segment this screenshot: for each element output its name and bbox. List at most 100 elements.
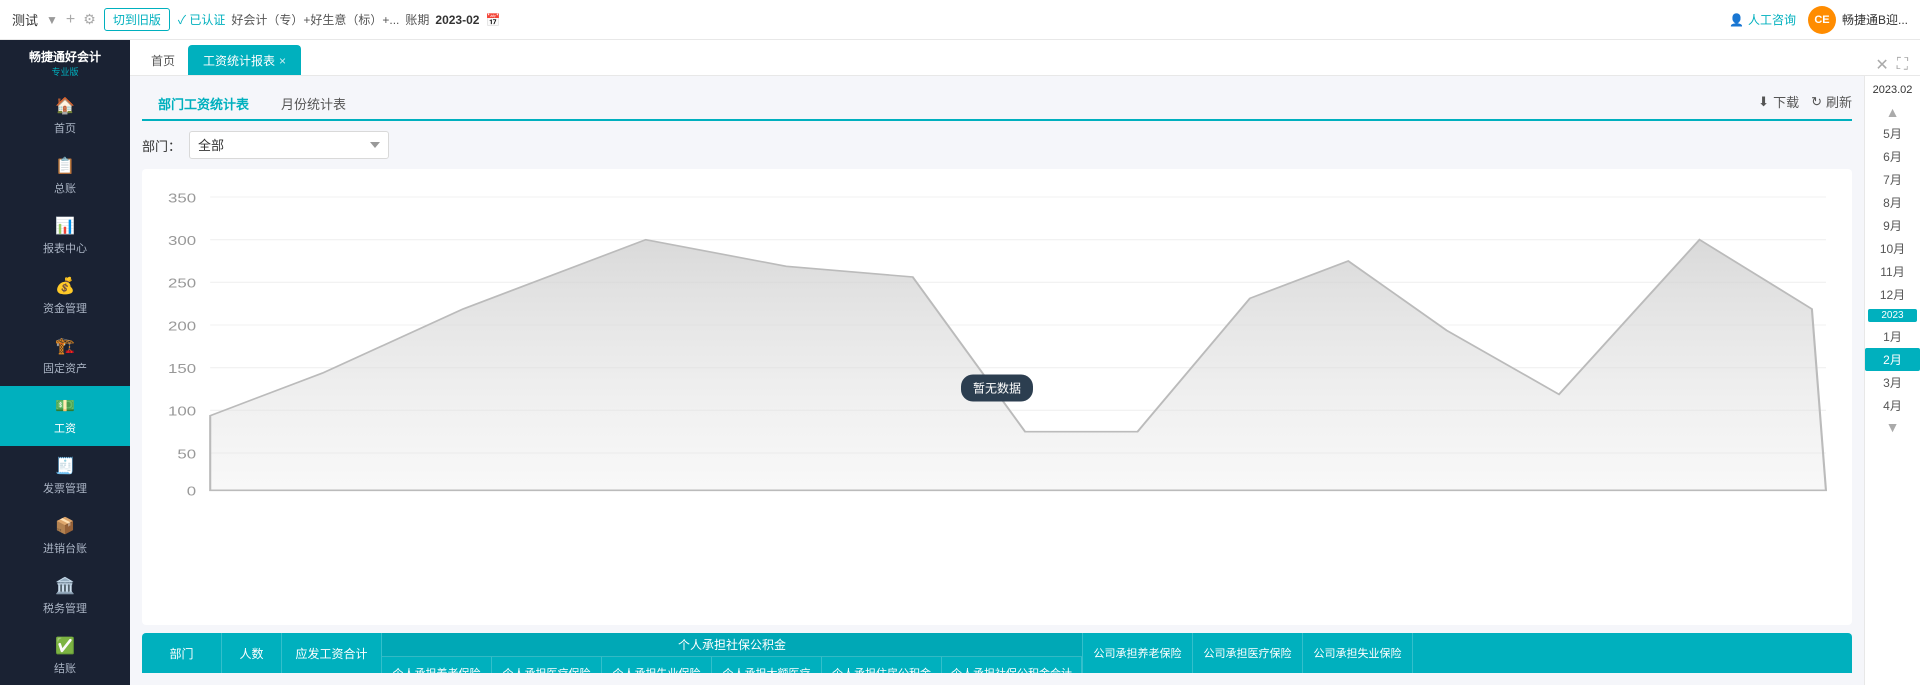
- download-icon: ⬇: [1758, 94, 1769, 110]
- th-personal-group-header: 个人承担社保公积金: [382, 633, 1082, 657]
- window-close-icon[interactable]: ✕: [1875, 55, 1888, 75]
- app-logo: 畅捷通好会计 专业版: [0, 40, 130, 86]
- rp-month-8[interactable]: 8月: [1865, 191, 1920, 214]
- calendar-icon[interactable]: 📅: [485, 13, 500, 27]
- th-personal-unemploy: 个人承担失业保险: [602, 657, 712, 673]
- rp-month-4[interactable]: 4月: [1865, 394, 1920, 417]
- sidebar-item-home[interactable]: 🏠 首页: [0, 86, 130, 146]
- sidebar-item-invoice[interactable]: 🧾 发票管理: [0, 446, 130, 506]
- th-dept: 部门: [142, 633, 222, 673]
- tax-icon: 🏛️: [55, 576, 75, 596]
- rp-month-9[interactable]: 9月: [1865, 214, 1920, 237]
- refresh-btn[interactable]: ↻ 刷新: [1811, 92, 1852, 111]
- invoice-icon: 🧾: [55, 456, 75, 476]
- assets-icon: 🏗️: [55, 336, 75, 356]
- window-maximize-icon[interactable]: ⛶: [1897, 56, 1908, 74]
- sidebar-item-trade[interactable]: 📦 进销台账: [0, 506, 130, 566]
- user-avatar: CE: [1808, 6, 1836, 34]
- account-badges: 好会计（专）+好生意（标）+...: [231, 11, 399, 28]
- period-label: 账期: [405, 11, 429, 28]
- toolbar-row: 部门： 全部 财务部 销售部 行政部: [142, 131, 1852, 159]
- th-personal-medical: 个人承担医疗保险: [492, 657, 602, 673]
- certified-badge: ✓ 已认证: [178, 11, 226, 28]
- sub-tab-dept[interactable]: 部门工资统计表: [142, 88, 265, 121]
- tab-bar: 首页 工资统计报表 × ✕ ⛶: [130, 40, 1920, 76]
- sidebar-label-assets: 固定资产: [43, 360, 87, 376]
- svg-text:200: 200: [168, 319, 196, 334]
- rp-up-arrow[interactable]: ▲: [1886, 104, 1900, 120]
- salary-chart: 350 300 250 200 150 100 50 0: [154, 181, 1840, 501]
- download-btn[interactable]: ⬇ 下载: [1758, 92, 1799, 111]
- rp-month-6[interactable]: 6月: [1865, 145, 1920, 168]
- tab-close-btn[interactable]: ×: [279, 54, 286, 68]
- salary-icon: 💵: [55, 396, 75, 416]
- rp-down-arrow[interactable]: ▼: [1886, 419, 1900, 435]
- main-layout: 畅捷通好会计 专业版 🏠 首页 📋 总账 📊 报表中心 💰 资金管理 🏗️ 固定…: [0, 40, 1920, 685]
- rp-month-5[interactable]: 5月: [1865, 122, 1920, 145]
- th-count: 人数: [222, 633, 282, 673]
- top-header: 测试 ▼ + ⚙ 切到旧版 ✓ 已认证 好会计（专）+好生意（标）+... 账期…: [0, 0, 1920, 40]
- sidebar-label-ledger: 总账: [54, 180, 76, 196]
- tab-salary-report[interactable]: 工资统计报表 ×: [188, 45, 301, 75]
- sub-tab-month[interactable]: 月份统计表: [265, 88, 362, 121]
- th-total-salary: 应发工资合计: [282, 633, 382, 673]
- refresh-icon: ↻: [1811, 94, 1822, 110]
- reports-icon: 📊: [55, 216, 75, 236]
- rp-month-10[interactable]: 10月: [1865, 237, 1920, 260]
- rp-year-2023: 2023: [1868, 309, 1918, 322]
- inner-content: 部门工资统计表 月份统计表 ⬇ 下载 ↻ 刷新: [130, 76, 1864, 685]
- rp-month-7[interactable]: 7月: [1865, 168, 1920, 191]
- svg-text:0: 0: [187, 485, 196, 500]
- header-dropdown-arrow[interactable]: ▼: [46, 13, 58, 27]
- sidebar-item-assets[interactable]: 🏗️ 固定资产: [0, 326, 130, 386]
- funds-icon: 💰: [55, 276, 75, 296]
- sidebar-label-salary: 工资: [54, 420, 76, 436]
- sidebar-item-salary[interactable]: 💵 工资: [0, 386, 130, 446]
- chart-container: 350 300 250 200 150 100 50 0: [142, 169, 1852, 625]
- header-badges: ✓ 已认证 好会计（专）+好生意（标）+... 账期 2023-02 📅: [178, 11, 501, 28]
- content-area: 首页 工资统计报表 × ✕ ⛶ 部门工资统计表 月份统计表: [130, 40, 1920, 685]
- sidebar-item-close[interactable]: ✅ 结账: [0, 626, 130, 685]
- user-name: 畅捷通B迎...: [1842, 11, 1908, 28]
- th-personal-group: 个人承担社保公积金 个人承担养老保险 个人承担医疗保险 个人承担失业保险 个人承…: [382, 633, 1083, 673]
- logo-sub: 专业版: [51, 65, 78, 78]
- header-right: 👤 人工咨询 CE 畅捷通B迎...: [1729, 6, 1908, 34]
- rp-month-11[interactable]: 11月: [1865, 260, 1920, 283]
- dept-filter-label: 部门：: [142, 136, 181, 155]
- sidebar-item-funds[interactable]: 💰 资金管理: [0, 266, 130, 326]
- filter-row: 部门： 全部 财务部 销售部 行政部: [142, 131, 389, 159]
- add-icon[interactable]: +: [66, 11, 75, 29]
- sidebar-label-reports: 报表中心: [43, 240, 87, 256]
- dept-select[interactable]: 全部 财务部 销售部 行政部: [189, 131, 389, 159]
- sidebar-item-reports[interactable]: 📊 报表中心: [0, 206, 130, 266]
- period-value: 2023-02: [435, 13, 479, 27]
- rp-month-3[interactable]: 3月: [1865, 371, 1920, 394]
- user-profile[interactable]: CE 畅捷通B迎...: [1808, 6, 1908, 34]
- sidebar-label-trade: 进销台账: [43, 540, 87, 556]
- svg-text:50: 50: [177, 447, 196, 462]
- rp-current-date: 2023.02: [1873, 84, 1913, 96]
- switch-old-btn[interactable]: 切到旧版: [104, 8, 170, 31]
- service-icon: 👤: [1729, 13, 1744, 27]
- rp-month-1[interactable]: 1月: [1865, 325, 1920, 348]
- sidebar-item-ledger[interactable]: 📋 总账: [0, 146, 130, 206]
- right-panel: 2023.02 ▲ 5月 6月 7月 8月 9月 10月 11月 12月 202…: [1864, 76, 1920, 685]
- sidebar-label-invoice: 发票管理: [43, 480, 87, 496]
- th-personal-major-medical: 个人承担大额医疗: [712, 657, 822, 673]
- th-personal-housing: 个人承担住房公积金: [822, 657, 942, 673]
- rp-month-12[interactable]: 12月: [1865, 283, 1920, 306]
- th-company-pension: 公司承担养老保险: [1083, 633, 1193, 673]
- logo-title: 畅捷通好会计: [29, 48, 101, 65]
- svg-text:350: 350: [168, 191, 196, 206]
- service-btn[interactable]: 👤 人工咨询: [1729, 11, 1796, 28]
- th-company-unemploy: 公司承担失业保险: [1303, 633, 1413, 673]
- tab-home[interactable]: 首页: [142, 45, 184, 75]
- project-name: 测试: [12, 10, 38, 29]
- rp-month-2[interactable]: 2月: [1865, 348, 1920, 371]
- sidebar-item-tax[interactable]: 🏛️ 税务管理: [0, 566, 130, 626]
- settings-icon[interactable]: ⚙: [83, 11, 96, 28]
- th-personal-total: 个人承担社保公积金合计: [942, 657, 1082, 673]
- svg-text:150: 150: [168, 362, 196, 377]
- trade-icon: 📦: [55, 516, 75, 536]
- svg-text:300: 300: [168, 234, 196, 249]
